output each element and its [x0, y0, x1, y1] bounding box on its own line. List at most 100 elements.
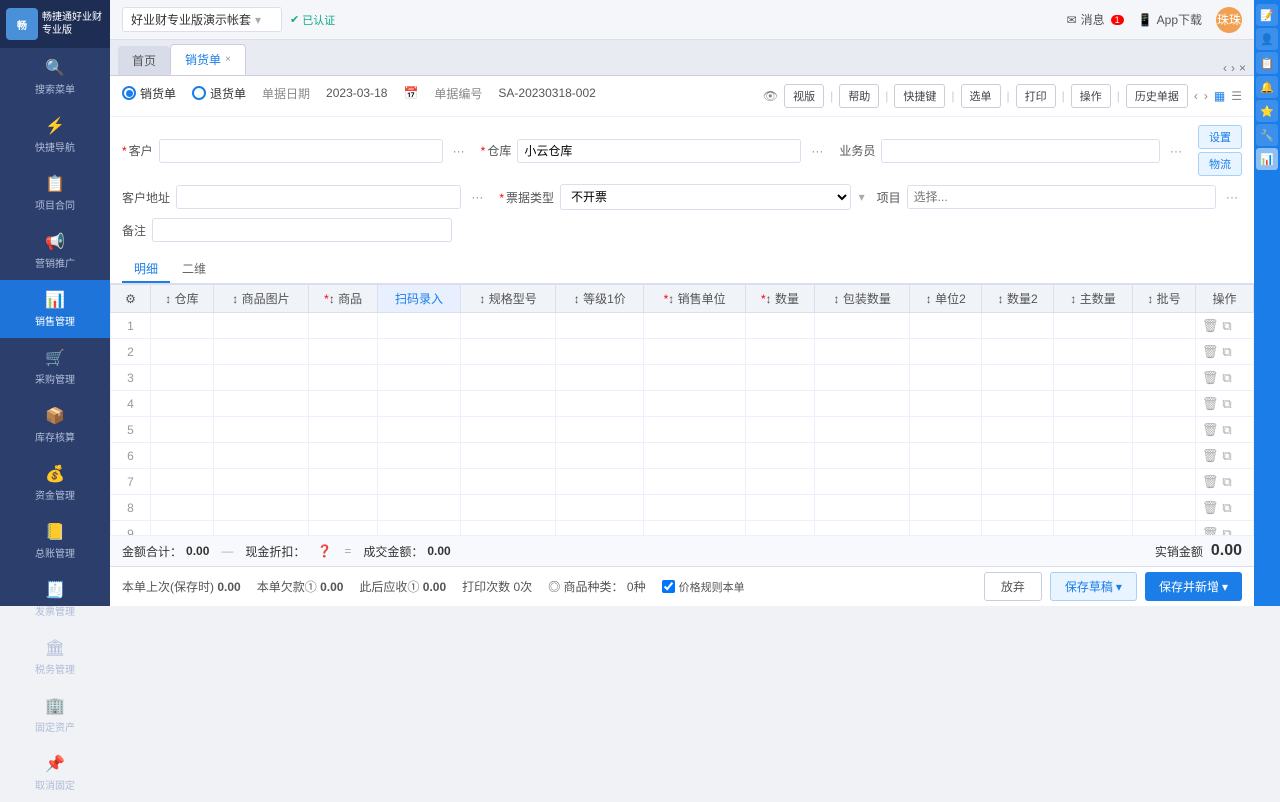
table-cell[interactable]: [556, 339, 644, 365]
table-cell[interactable]: [745, 417, 814, 443]
print-button[interactable]: 打印: [1016, 84, 1056, 108]
discard-button[interactable]: 放弃: [984, 572, 1042, 601]
copy-row-icon[interactable]: ⧉: [1222, 370, 1231, 386]
price-standard-check[interactable]: [662, 580, 675, 593]
setup-button[interactable]: 设置: [1198, 125, 1242, 149]
delete-row-icon[interactable]: 🗑: [1202, 422, 1219, 438]
table-cell[interactable]: [815, 365, 910, 391]
table-cell[interactable]: [460, 417, 555, 443]
delete-row-icon[interactable]: 🗑: [1202, 318, 1219, 334]
invoice-select[interactable]: 不开票: [561, 185, 850, 209]
table-cell[interactable]: [309, 495, 378, 521]
table-cell[interactable]: [745, 469, 814, 495]
help-icon[interactable]: ❓: [317, 544, 332, 558]
table-cell[interactable]: [745, 443, 814, 469]
delete-row-icon[interactable]: 🗑: [1202, 344, 1219, 360]
table-cell[interactable]: [213, 495, 308, 521]
table-cell[interactable]: [1133, 365, 1196, 391]
table-cell[interactable]: [309, 391, 378, 417]
warehouse-more-icon[interactable]: ···: [807, 144, 827, 158]
radio-return[interactable]: 退货单: [192, 85, 246, 102]
table-cell[interactable]: [644, 495, 746, 521]
sidebar-item-marketing[interactable]: 📢 营销推广: [0, 222, 110, 280]
delete-row-icon[interactable]: 🗑: [1202, 500, 1219, 516]
remark-input[interactable]: [152, 218, 452, 242]
app-download-button[interactable]: 📱 App下载: [1138, 11, 1202, 28]
table-cell[interactable]: [1133, 521, 1196, 536]
table-cell[interactable]: [982, 521, 1054, 536]
table-cell[interactable]: [1133, 417, 1196, 443]
table-cell[interactable]: [1054, 313, 1133, 339]
table-cell[interactable]: [556, 417, 644, 443]
save-draft-dropdown-icon[interactable]: ▾: [1116, 580, 1122, 594]
table-cell[interactable]: [982, 443, 1054, 469]
sidebar-item-quicknav[interactable]: ⚡ 快捷导航: [0, 106, 110, 164]
table-cell[interactable]: [378, 391, 461, 417]
table-cell[interactable]: [910, 521, 982, 536]
table-cell[interactable]: [910, 365, 982, 391]
invoice-dropdown-icon[interactable]: ▾: [859, 190, 865, 204]
price-standard-checkbox[interactable]: 价格规则本单: [662, 579, 745, 595]
delete-row-icon[interactable]: 🗑: [1202, 448, 1219, 464]
sidebar-item-tax[interactable]: 🏛 税务管理: [0, 628, 110, 686]
table-cell[interactable]: [644, 339, 746, 365]
table-cell[interactable]: [378, 469, 461, 495]
table-cell[interactable]: [556, 391, 644, 417]
table-cell[interactable]: [982, 339, 1054, 365]
copy-row-icon[interactable]: ⧉: [1222, 318, 1231, 334]
right-icon-5[interactable]: ⭐: [1256, 100, 1278, 122]
table-cell[interactable]: [1054, 339, 1133, 365]
table-cell[interactable]: [1054, 417, 1133, 443]
subtab-detail[interactable]: 明细: [122, 256, 170, 283]
table-cell[interactable]: [151, 469, 214, 495]
table-cell[interactable]: [745, 365, 814, 391]
table-cell[interactable]: [309, 313, 378, 339]
table-cell[interactable]: [556, 469, 644, 495]
history-button[interactable]: 历史单据: [1126, 84, 1188, 108]
table-cell[interactable]: [1054, 469, 1133, 495]
table-cell[interactable]: [644, 313, 746, 339]
right-icon-6[interactable]: 🔧: [1256, 124, 1278, 146]
th-gear[interactable]: ⚙: [111, 285, 151, 313]
table-cell[interactable]: [213, 339, 308, 365]
table-cell[interactable]: [460, 365, 555, 391]
table-cell[interactable]: [745, 313, 814, 339]
table-cell[interactable]: [1133, 469, 1196, 495]
delete-row-icon[interactable]: 🗑: [1202, 474, 1219, 490]
copy-row-icon[interactable]: ⧉: [1222, 396, 1231, 412]
table-cell[interactable]: [815, 417, 910, 443]
table-cell[interactable]: [982, 469, 1054, 495]
table-cell[interactable]: [309, 417, 378, 443]
table-cell[interactable]: [644, 521, 746, 536]
operate-button[interactable]: 操作: [1071, 84, 1111, 108]
table-cell[interactable]: [378, 365, 461, 391]
table-cell[interactable]: [910, 443, 982, 469]
table-cell[interactable]: [815, 469, 910, 495]
table-cell[interactable]: [309, 521, 378, 536]
address-input[interactable]: [176, 185, 461, 209]
table-cell[interactable]: [460, 391, 555, 417]
table-cell[interactable]: [556, 443, 644, 469]
history-nav-prev[interactable]: ‹: [1194, 89, 1198, 103]
table-cell[interactable]: [745, 339, 814, 365]
sidebar-item-invoice[interactable]: 🧾 发票管理: [0, 570, 110, 628]
table-cell[interactable]: [460, 339, 555, 365]
table-cell[interactable]: [556, 521, 644, 536]
table-cell[interactable]: [1054, 495, 1133, 521]
table-cell[interactable]: [213, 443, 308, 469]
grid-view-icon[interactable]: ▦: [1214, 89, 1225, 103]
table-cell[interactable]: [151, 391, 214, 417]
table-cell[interactable]: [556, 365, 644, 391]
sidebar-item-purchase[interactable]: 🛒 采购管理: [0, 338, 110, 396]
table-cell[interactable]: [745, 495, 814, 521]
tab-next-icon[interactable]: ›: [1231, 61, 1235, 75]
table-cell[interactable]: [213, 313, 308, 339]
table-cell[interactable]: [151, 365, 214, 391]
table-cell[interactable]: [1133, 443, 1196, 469]
table-cell[interactable]: [309, 365, 378, 391]
radio-sale[interactable]: 销货单: [122, 85, 176, 102]
table-cell[interactable]: [1054, 391, 1133, 417]
table-cell[interactable]: [378, 339, 461, 365]
table-cell[interactable]: [644, 365, 746, 391]
table-cell[interactable]: [815, 391, 910, 417]
